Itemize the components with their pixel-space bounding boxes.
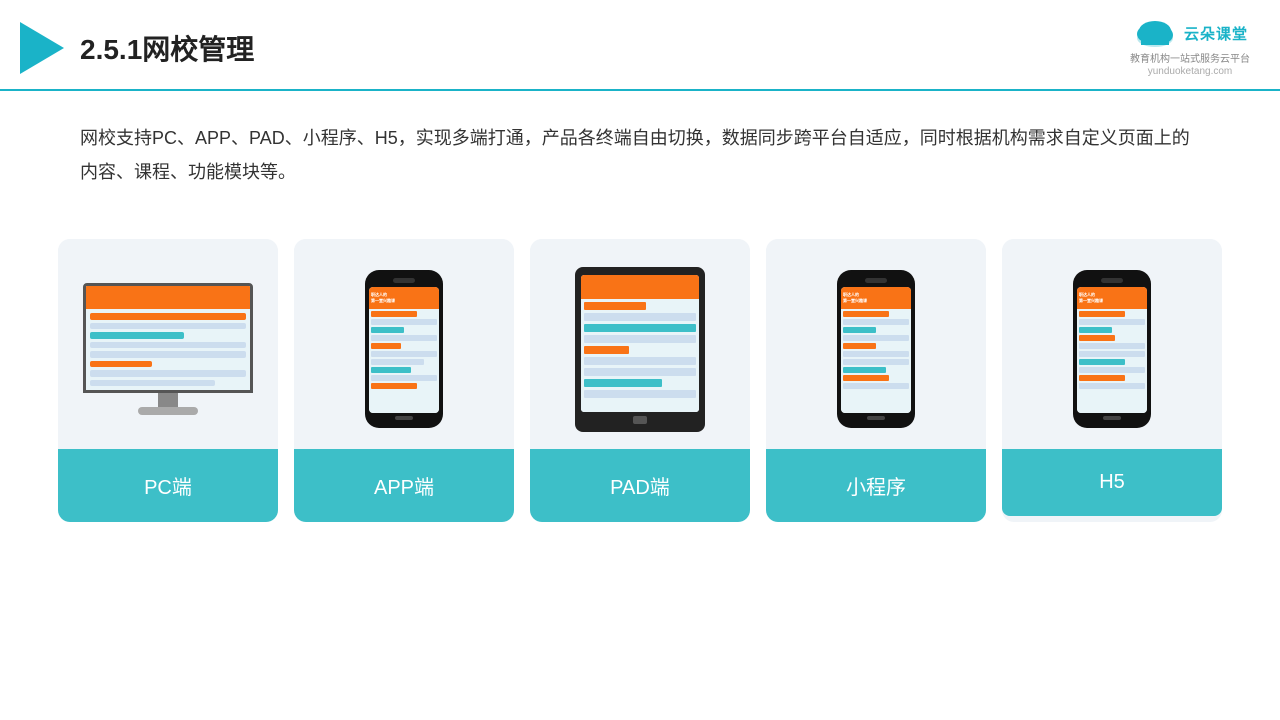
card-miniprogram-label: 小程序 — [766, 449, 986, 522]
h5-phone-icon: 职达人的第一堂兴趣课 — [1073, 270, 1151, 428]
miniprogram-phone-icon: 职达人的第一堂兴趣课 — [837, 270, 915, 428]
header-right: 云朵课堂 教育机构一站式服务云平台 yunduoketang.com — [1130, 18, 1250, 77]
description-text: 网校支持PC、APP、PAD、小程序、H5，实现多端打通，产品各终端自由切换，数… — [0, 91, 1280, 209]
pc-monitor-icon — [83, 283, 253, 415]
brand-logo: 云朵课堂 — [1132, 18, 1248, 48]
brand-slogan: 教育机构一站式服务云平台 — [1130, 50, 1250, 65]
brand-url: yunduoketang.com — [1148, 66, 1233, 77]
card-h5-label: H5 — [1002, 449, 1222, 516]
card-pad: PAD端 — [530, 239, 750, 522]
card-pc-label: PC端 — [58, 449, 278, 522]
page-title: 2.5.1网校管理 — [80, 28, 254, 68]
cloud-icon — [1132, 18, 1178, 48]
card-pc: PC端 — [58, 239, 278, 522]
platform-cards: PC端 职达人的第一堂兴趣课 — [0, 219, 1280, 552]
header: 2.5.1网校管理 云朵课堂 教育机构一站式服务云平台 yunduoketang… — [0, 0, 1280, 91]
card-app: 职达人的第一堂兴趣课 — [294, 239, 514, 522]
card-app-label: APP端 — [294, 449, 514, 522]
header-left: 2.5.1网校管理 — [20, 22, 254, 74]
brand-name: 云朵课堂 — [1184, 23, 1248, 44]
app-phone-icon: 职达人的第一堂兴趣课 — [365, 270, 443, 428]
card-h5-image: 职达人的第一堂兴趣课 — [1002, 239, 1222, 449]
card-pad-image — [530, 239, 750, 449]
card-miniprogram-image: 职达人的第一堂兴趣课 — [766, 239, 986, 449]
card-pc-image — [58, 239, 278, 449]
card-miniprogram: 职达人的第一堂兴趣课 — [766, 239, 986, 522]
logo-triangle-icon — [20, 22, 64, 74]
card-h5: 职达人的第一堂兴趣课 — [1002, 239, 1222, 522]
pad-tablet-icon — [575, 267, 705, 432]
description-content: 网校支持PC、APP、PAD、小程序、H5，实现多端打通，产品各终端自由切换，数… — [80, 128, 1190, 182]
card-app-image: 职达人的第一堂兴趣课 — [294, 239, 514, 449]
card-pad-label: PAD端 — [530, 449, 750, 522]
